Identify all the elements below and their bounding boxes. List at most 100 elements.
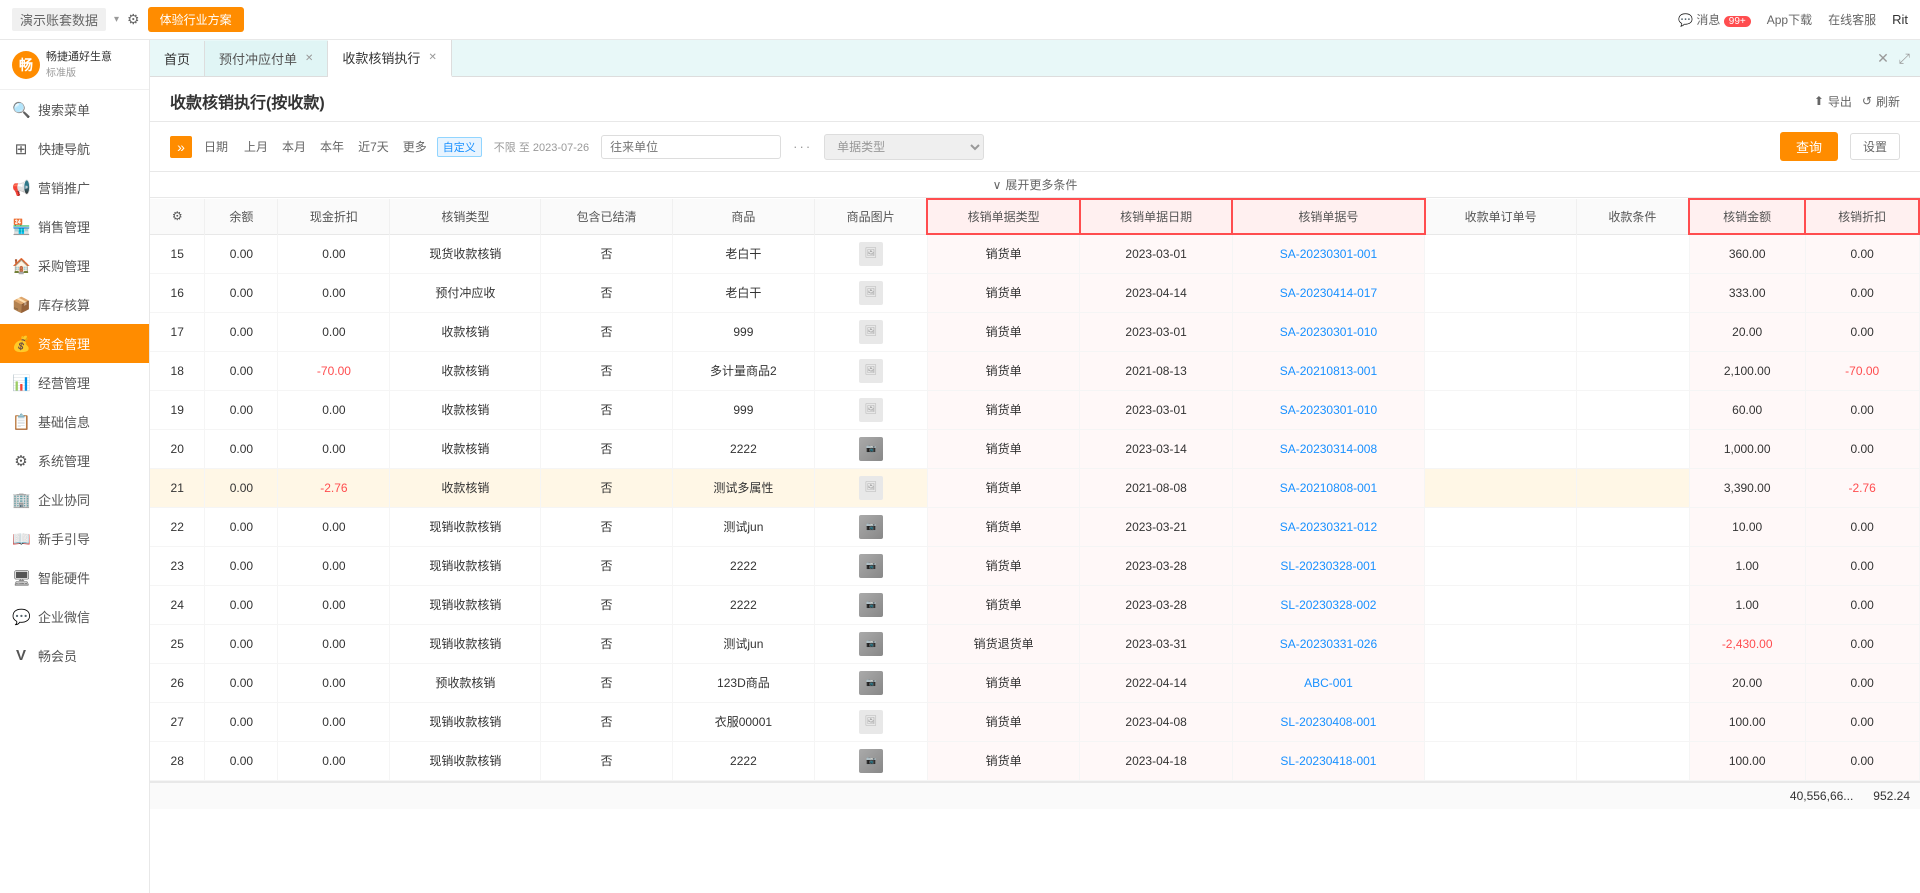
tab-close-icon[interactable]: ✕ — [305, 53, 313, 64]
sidebar-item-sales[interactable]: 🏪 销售管理 — [0, 207, 149, 246]
cell-writeoff-type: 现销收款核销 — [390, 507, 541, 546]
online-service-btn[interactable]: 在线客服 — [1828, 11, 1876, 28]
trial-btn[interactable]: 体验行业方案 — [148, 7, 244, 32]
cell-cash-discount: 0.00 — [278, 429, 390, 468]
cell-bill-report-no[interactable]: SA-20230301-001 — [1232, 234, 1424, 273]
cell-bill-report-no[interactable]: ABC-001 — [1232, 663, 1424, 702]
sidebar-item-purchase[interactable]: 🏠 采购管理 — [0, 246, 149, 285]
tab-close-icon[interactable]: ✕ — [428, 52, 436, 63]
cell-writeoff-amount: 360.00 — [1689, 234, 1805, 273]
tab-collection[interactable]: 收款核销执行 ✕ — [328, 40, 451, 77]
sidebar-item-wechat[interactable]: 💬 企业微信 — [0, 597, 149, 636]
cell-bill-report-no[interactable]: SL-20230418-001 — [1232, 741, 1424, 780]
sidebar-item-enterprise[interactable]: 🏢 企业协同 — [0, 480, 149, 519]
app-download-btn[interactable]: App下载 — [1767, 11, 1812, 28]
cell-writeoff-discount: 0.00 — [1805, 624, 1919, 663]
product-img-thumb: 📷 — [859, 554, 883, 578]
sidebar-item-search[interactable]: 🔍 搜索菜单 — [0, 90, 149, 129]
date-this-month[interactable]: 本月 — [278, 136, 310, 157]
cell-bill-report-no[interactable]: SL-20230328-001 — [1232, 546, 1424, 585]
cell-collect-order-no — [1425, 390, 1577, 429]
cell-product-img: 🖼 — [815, 273, 928, 312]
col-collect-condition: 收款条件 — [1576, 199, 1689, 234]
sidebar-item-label: 采购管理 — [38, 256, 90, 275]
col-writeoff-type: 核销类型 — [390, 199, 541, 234]
date-more[interactable]: 更多 — [399, 136, 431, 157]
date-this-year[interactable]: 本年 — [316, 136, 348, 157]
sidebar: 畅 畅捷通好生意 标准版 🔍 搜索菜单 ⊞ 快捷导航 📢 营销推广 🏪 销售管理… — [0, 40, 150, 893]
cell-bill-report-no[interactable]: SA-20230321-012 — [1232, 507, 1424, 546]
cell-bill-report-no[interactable]: SA-20210808-001 — [1232, 468, 1424, 507]
cell-product: 测试jun — [672, 507, 814, 546]
refresh-icon: ↺ — [1862, 94, 1872, 108]
tab-expand-icon[interactable]: ⤢ — [1897, 48, 1912, 69]
cell-balance: 0.00 — [205, 663, 278, 702]
table-row: 17 0.00 0.00 收款核销 否 999 🖼 销货单 2023-03-01… — [150, 312, 1919, 351]
sidebar-item-label: 销售管理 — [38, 217, 90, 236]
sidebar-item-finance[interactable]: 💰 资金管理 — [0, 324, 149, 363]
cell-bill-report-no[interactable]: SA-20230301-010 — [1232, 390, 1424, 429]
date-custom[interactable]: 自定义 — [437, 137, 482, 157]
cell-balance: 0.00 — [205, 351, 278, 390]
sidebar-item-member[interactable]: V 畅会员 — [0, 636, 149, 675]
cell-cash-discount: 0.00 — [278, 507, 390, 546]
cell-bill-report-no[interactable]: SL-20230408-001 — [1232, 702, 1424, 741]
settings-btn[interactable]: 设置 — [1850, 133, 1900, 160]
date-prev-month[interactable]: 上月 — [240, 136, 272, 157]
cell-bill-report-no[interactable]: SA-20210813-001 — [1232, 351, 1424, 390]
tab-close-all-icon[interactable]: ✕ — [1875, 48, 1891, 69]
cell-bill-report-no[interactable]: SA-20230414-017 — [1232, 273, 1424, 312]
query-btn[interactable]: 查询 — [1780, 132, 1838, 161]
gear-icon[interactable]: ⚙ — [127, 11, 140, 28]
cell-writeoff-amount: 333.00 — [1689, 273, 1805, 312]
cell-writeoff-type: 预收款核销 — [390, 663, 541, 702]
date-range-area: 不限 至 2023-07-26 — [494, 139, 589, 155]
date-label: 日期 — [204, 138, 228, 155]
sidebar-item-hardware[interactable]: 🖥 智能硬件 — [0, 558, 149, 597]
filter-toggle-btn[interactable]: » — [170, 136, 192, 158]
table-area[interactable]: ⚙ 余额 现金折扣 核销类型 包含已结清 商品 商品图片 核销单据类型 核销单据… — [150, 198, 1920, 893]
cell-include-settled: 否 — [541, 273, 672, 312]
product-img-thumb: 📷 — [859, 437, 883, 461]
cell-writeoff-amount: -2,430.00 — [1689, 624, 1805, 663]
chevron-down-icon[interactable]: ▾ — [114, 14, 119, 25]
cell-product-img: 📷 — [815, 663, 928, 702]
sidebar-item-operations[interactable]: 📊 经营管理 — [0, 363, 149, 402]
sidebar-item-inventory[interactable]: 📦 库存核算 — [0, 285, 149, 324]
col-gear[interactable]: ⚙ — [150, 199, 205, 234]
sidebar-item-system[interactable]: ⚙ 系统管理 — [0, 441, 149, 480]
cell-bill-report-no[interactable]: SL-20230328-002 — [1232, 585, 1424, 624]
user-avatar[interactable]: Rit — [1892, 12, 1908, 27]
cell-cash-discount: 0.00 — [278, 741, 390, 780]
sidebar-item-marketing[interactable]: 📢 营销推广 — [0, 168, 149, 207]
cell-include-settled: 否 — [541, 429, 672, 468]
cell-bill-report-no[interactable]: SA-20230301-010 — [1232, 312, 1424, 351]
cell-writeoff-type: 现销收款核销 — [390, 624, 541, 663]
date-7days[interactable]: 近7天 — [354, 136, 393, 157]
cell-bill-report-no[interactable]: SA-20230331-026 — [1232, 624, 1424, 663]
export-btn[interactable]: ⬆ 导出 — [1814, 93, 1852, 110]
col-writeoff-discount: 核销折扣 — [1805, 199, 1919, 234]
col-include-settled: 包含已结清 — [541, 199, 672, 234]
cell-product: 2222 — [672, 546, 814, 585]
refresh-btn[interactable]: ↺ 刷新 — [1862, 93, 1900, 110]
cell-bill-report-date: 2023-04-08 — [1080, 702, 1233, 741]
from-unit-input[interactable] — [601, 135, 781, 159]
tab-prepay[interactable]: 预付冲应付单 ✕ — [205, 41, 328, 76]
cell-writeoff-amount: 1.00 — [1689, 546, 1805, 585]
bill-type-select[interactable]: 单据类型 — [824, 134, 984, 160]
cell-cash-discount: 0.00 — [278, 585, 390, 624]
sidebar-item-label: 企业协同 — [38, 490, 90, 509]
cell-cash-discount: 0.00 — [278, 390, 390, 429]
message-btn[interactable]: 💬 消息 99+ — [1678, 11, 1751, 28]
sidebar-item-guide[interactable]: 📖 新手引导 — [0, 519, 149, 558]
product-img-thumb: 📷 — [859, 749, 883, 773]
sidebar-item-quick-nav[interactable]: ⊞ 快捷导航 — [0, 129, 149, 168]
expand-more-btn[interactable]: ∨ 展开更多条件 — [993, 176, 1078, 193]
inventory-icon: 📦 — [12, 296, 30, 314]
cell-bill-report-no[interactable]: SA-20230314-008 — [1232, 429, 1424, 468]
sidebar-item-basic[interactable]: 📋 基础信息 — [0, 402, 149, 441]
message-badge: 99+ — [1724, 16, 1751, 27]
cell-balance: 0.00 — [205, 546, 278, 585]
tab-home[interactable]: 首页 — [150, 41, 205, 76]
